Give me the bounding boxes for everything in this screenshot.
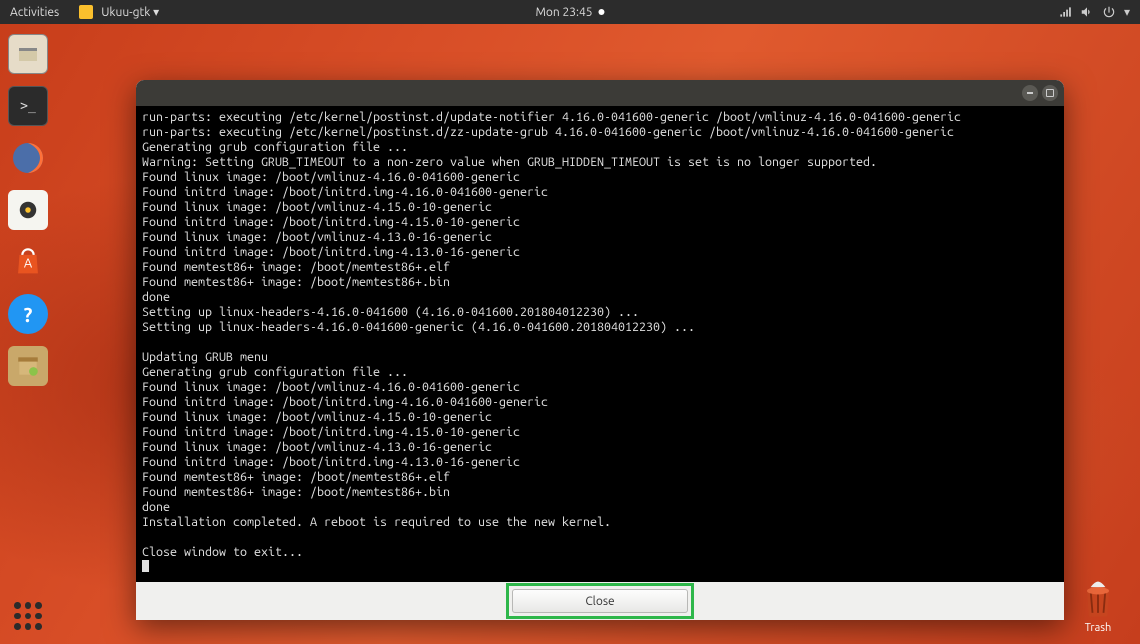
trash-label: Trash	[1085, 622, 1112, 634]
shopping-bag-icon: A	[11, 245, 45, 279]
launcher-software[interactable]: A	[8, 242, 48, 282]
launcher-terminal[interactable]: >_	[8, 86, 48, 126]
window-titlebar[interactable]	[136, 80, 1064, 106]
launcher-archive[interactable]	[8, 346, 48, 386]
maximize-button[interactable]	[1042, 85, 1058, 101]
power-icon	[1102, 5, 1116, 19]
trash[interactable]: Trash	[1076, 578, 1120, 634]
launcher-firefox[interactable]	[8, 138, 48, 178]
clock-label: Mon 23:45	[535, 6, 592, 19]
question-icon: ?	[24, 303, 33, 326]
close-button[interactable]: Close	[512, 589, 688, 613]
button-bar: Close	[136, 582, 1064, 620]
firefox-icon	[10, 140, 46, 176]
terminal-cursor	[142, 560, 149, 572]
clock[interactable]: Mon 23:45	[535, 6, 604, 19]
trash-icon	[1076, 578, 1120, 622]
launcher-dock: >_ A ?	[0, 24, 56, 386]
terminal-text: run-parts: executing /etc/kernel/postins…	[142, 110, 961, 559]
terminal-output[interactable]: run-parts: executing /etc/kernel/postins…	[136, 106, 1064, 582]
show-applications-button[interactable]	[10, 598, 46, 634]
archive-icon	[15, 353, 41, 379]
launcher-help[interactable]: ?	[8, 294, 48, 334]
activities-button[interactable]: Activities	[0, 6, 69, 19]
launcher-rhythmbox[interactable]	[8, 190, 48, 230]
minimize-button[interactable]	[1022, 85, 1038, 101]
close-button-highlight: Close	[506, 583, 694, 619]
system-indicators[interactable]: ▾	[1058, 5, 1140, 19]
disc-icon	[17, 199, 39, 221]
chevron-down-icon: ▾	[1124, 5, 1130, 19]
terminal-icon: >_	[20, 99, 36, 114]
sound-icon	[1080, 5, 1094, 19]
launcher-files[interactable]	[8, 34, 48, 74]
clock-dot-icon	[599, 9, 605, 15]
svg-text:A: A	[24, 257, 33, 271]
app-menu-label: Ukuu-gtk ▾	[101, 5, 159, 19]
network-icon	[1058, 5, 1072, 19]
app-menu-icon	[79, 5, 93, 19]
terminal-window: run-parts: executing /etc/kernel/postins…	[136, 80, 1064, 620]
file-manager-icon	[16, 42, 40, 66]
app-menu[interactable]: Ukuu-gtk ▾	[69, 5, 169, 19]
top-bar: Activities Ukuu-gtk ▾ Mon 23:45 ▾	[0, 0, 1140, 24]
